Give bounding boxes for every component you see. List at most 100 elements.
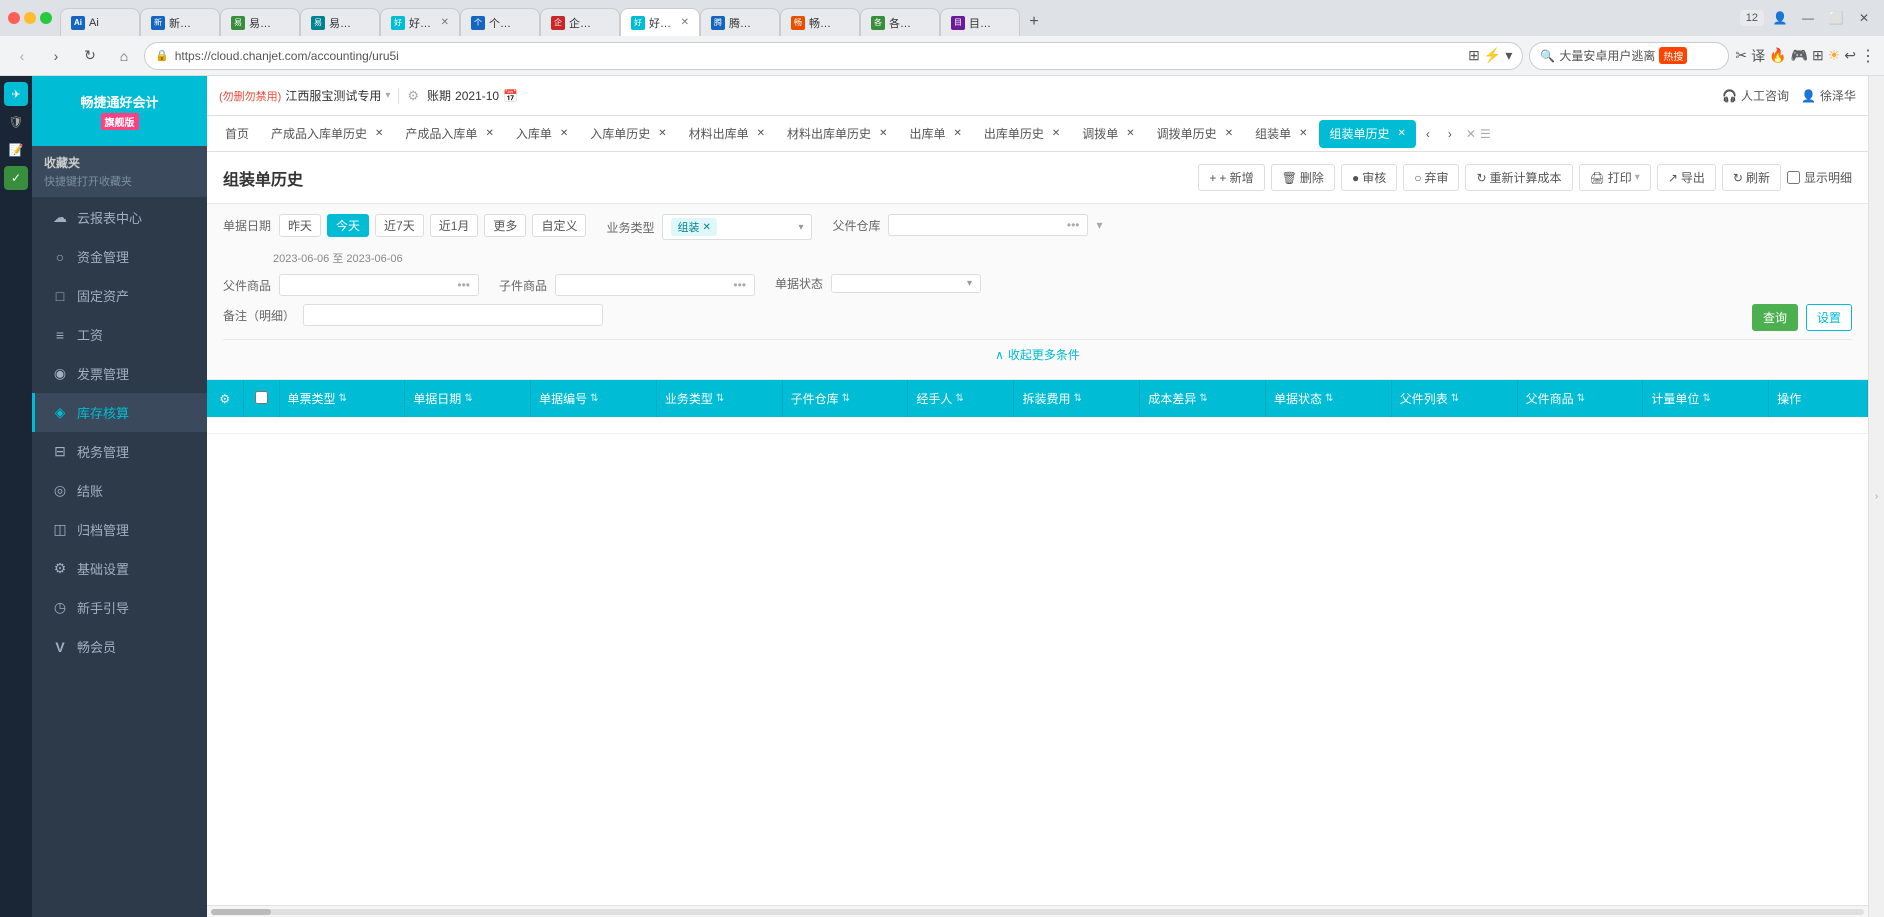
flash-icon[interactable]: ⚡	[1484, 47, 1501, 64]
nav-tab-close-assemble-history[interactable]: ✕	[1225, 128, 1233, 139]
nav-tab-close-material-out[interactable]: ✕	[757, 128, 765, 139]
nav-tab-kit-history[interactable]: 组装单历史 ✕	[1319, 120, 1415, 148]
nav-tab-close-production-in-history[interactable]: ✕	[375, 128, 383, 139]
browser-tab-11[interactable]: 各 各…	[860, 8, 940, 36]
sidebar-item-basic-settings[interactable]: ⚙ 基础设置	[32, 549, 207, 588]
sub-goods-dots-icon[interactable]: •••	[733, 278, 746, 292]
abandon-button[interactable]: ○ 弃审	[1403, 164, 1459, 191]
nav-tab-close-in-order[interactable]: ✕	[560, 128, 568, 139]
browser-tab-10[interactable]: 畅 畅…	[780, 8, 860, 36]
browser-tab-4[interactable]: 易 易…	[300, 8, 380, 36]
win-close[interactable]	[8, 12, 20, 24]
sub-goods-input[interactable]: •••	[555, 274, 755, 296]
business-type-select[interactable]: 组装 ✕ ▾	[662, 214, 812, 240]
th-order-date[interactable]: 单据日期 ⇅	[405, 380, 531, 417]
forward-button[interactable]: ›	[42, 42, 70, 70]
nav-tab-close-production-in[interactable]: ✕	[485, 128, 493, 139]
nav-tab-assemble[interactable]: 调拨单 ✕	[1072, 120, 1144, 148]
parent-goods-dots-icon[interactable]: •••	[457, 278, 470, 292]
scrollbar-track[interactable]	[211, 909, 1864, 915]
sidebar-item-fixed-assets[interactable]: □ 固定资产	[32, 276, 207, 315]
nav-tab-close-out-history[interactable]: ✕	[1052, 128, 1060, 139]
nav-tab-home[interactable]: 首页	[215, 120, 259, 148]
nav-close-all-icon[interactable]: ✕	[1466, 127, 1476, 141]
sidebar-item-payroll[interactable]: ≡ 工资	[32, 315, 207, 354]
query-button[interactable]: 查询	[1752, 304, 1798, 331]
tab-add-button[interactable]: +	[1020, 8, 1048, 36]
emoji-btn[interactable]: 🔥	[1769, 47, 1786, 64]
browser-tab-3[interactable]: 易 易…	[220, 8, 300, 36]
minimize-btn[interactable]: —	[1796, 6, 1820, 30]
browser-tab-6[interactable]: 个 个…	[460, 8, 540, 36]
check-icon[interactable]: ✓	[4, 166, 28, 190]
nav-settings-icon[interactable]: ☰	[1480, 127, 1491, 141]
parent-goods-text-input[interactable]	[288, 278, 457, 292]
refresh-button[interactable]: ↻ 刷新	[1722, 164, 1781, 191]
user-info[interactable]: 👤 徐泽华	[1801, 87, 1856, 104]
tab-close-8[interactable]: ✕	[681, 17, 689, 28]
home-button[interactable]: ⌂	[110, 42, 138, 70]
game-btn[interactable]: 🎮	[1791, 47, 1808, 64]
nav-tab-close-assemble[interactable]: ✕	[1126, 128, 1134, 139]
nav-tab-close-out-order[interactable]: ✕	[953, 128, 961, 139]
th-order-status[interactable]: 单据状态 ⇅	[1266, 380, 1392, 417]
browser-shield-icon[interactable]: 🛡	[4, 110, 28, 134]
reload-button[interactable]: ↻	[76, 42, 104, 70]
browser-tab-7[interactable]: 企 企…	[540, 8, 620, 36]
tab-close-5[interactable]: ✕	[441, 17, 449, 28]
browser-tab-ai[interactable]: Ai Ai	[60, 8, 140, 36]
business-type-tag-close[interactable]: ✕	[702, 222, 710, 233]
th-handler[interactable]: 经手人 ⇅	[908, 380, 1014, 417]
th-order-type[interactable]: 单票类型 ⇅	[279, 380, 405, 417]
nav-tab-close-kit-history[interactable]: ✕	[1398, 128, 1406, 139]
parent-warehouse-input[interactable]: •••	[888, 214, 1088, 236]
audit-button[interactable]: ● 审核	[1341, 164, 1397, 191]
scissors-btn[interactable]: ✂	[1735, 47, 1747, 64]
search-bar[interactable]: 🔍 大量安卓用户逃离 热搜	[1529, 42, 1729, 70]
yesterday-btn[interactable]: 昨天	[279, 214, 321, 237]
th-parent-list[interactable]: 父件列表 ⇅	[1391, 380, 1517, 417]
sidebar-item-invoice-mgmt[interactable]: ◉ 发票管理	[32, 354, 207, 393]
browser-tab-8[interactable]: 好 好… ✕	[620, 8, 700, 36]
settings-icon-btn[interactable]: ⚙	[407, 88, 419, 104]
today-btn[interactable]: 今天	[327, 214, 369, 237]
th-business-type[interactable]: 业务类型 ⇅	[656, 380, 782, 417]
consult-btn[interactable]: 🎧 人工咨询	[1722, 87, 1789, 104]
period-info[interactable]: 账期 2021-10 📅	[427, 87, 518, 104]
browser-tab-2[interactable]: 新 新…	[140, 8, 220, 36]
nav-tab-out-history[interactable]: 出库单历史 ✕	[974, 120, 1070, 148]
parent-warehouse-text-input[interactable]	[897, 218, 1066, 232]
select-all-checkbox[interactable]	[255, 391, 268, 404]
browser-tab-5[interactable]: 好 好… ✕	[380, 8, 460, 36]
sidebar-item-membership[interactable]: V 畅会员	[32, 627, 207, 666]
th-disassemble-cost[interactable]: 拆装费用 ⇅	[1014, 380, 1140, 417]
note-input[interactable]	[303, 304, 603, 326]
nav-arrow-right[interactable]: ›	[1440, 120, 1460, 148]
show-detail-checkbox[interactable]: 显示明细	[1787, 169, 1852, 186]
win-minimize[interactable]	[24, 12, 36, 24]
menu-btn[interactable]: ⋮	[1860, 46, 1876, 66]
sidebar-item-stock-accounting[interactable]: ◈ 库存核算	[32, 393, 207, 432]
th-order-no[interactable]: 单据编号 ⇅	[531, 380, 657, 417]
show-detail-check-input[interactable]	[1787, 171, 1800, 184]
parent-warehouse-dots-icon[interactable]: •••	[1067, 218, 1080, 232]
brightness-btn[interactable]: ☀	[1828, 47, 1841, 64]
address-bar[interactable]: 🔒 https://cloud.chanjet.com/accounting/u…	[144, 42, 1523, 70]
qr-icon[interactable]: ⊞	[1468, 47, 1480, 64]
app-logo-small[interactable]: ✈	[4, 82, 28, 106]
sidebar-item-checkout[interactable]: ◎ 结账	[32, 471, 207, 510]
nav-tab-out-order[interactable]: 出库单 ✕	[899, 120, 971, 148]
collapse-button[interactable]: ∧ 收起更多条件	[223, 339, 1852, 369]
translate-btn[interactable]: 译	[1751, 46, 1765, 66]
scrollbar-thumb[interactable]	[211, 909, 271, 915]
delete-button[interactable]: 🗑 删除	[1271, 164, 1335, 191]
notes-icon[interactable]: 📝	[4, 138, 28, 162]
nav-tab-in-history[interactable]: 入库单历史 ✕	[580, 120, 676, 148]
close-btn[interactable]: ✕	[1852, 6, 1876, 30]
last-month-btn[interactable]: 近1月	[430, 214, 479, 237]
filter-settings-button[interactable]: 设置	[1806, 304, 1852, 331]
right-sidebar-toggle[interactable]: ›	[1868, 76, 1884, 917]
th-checkbox[interactable]	[243, 380, 279, 417]
recalc-button[interactable]: ↻ 重新计算成本	[1465, 164, 1572, 191]
undo-btn[interactable]: ↩	[1844, 47, 1856, 64]
